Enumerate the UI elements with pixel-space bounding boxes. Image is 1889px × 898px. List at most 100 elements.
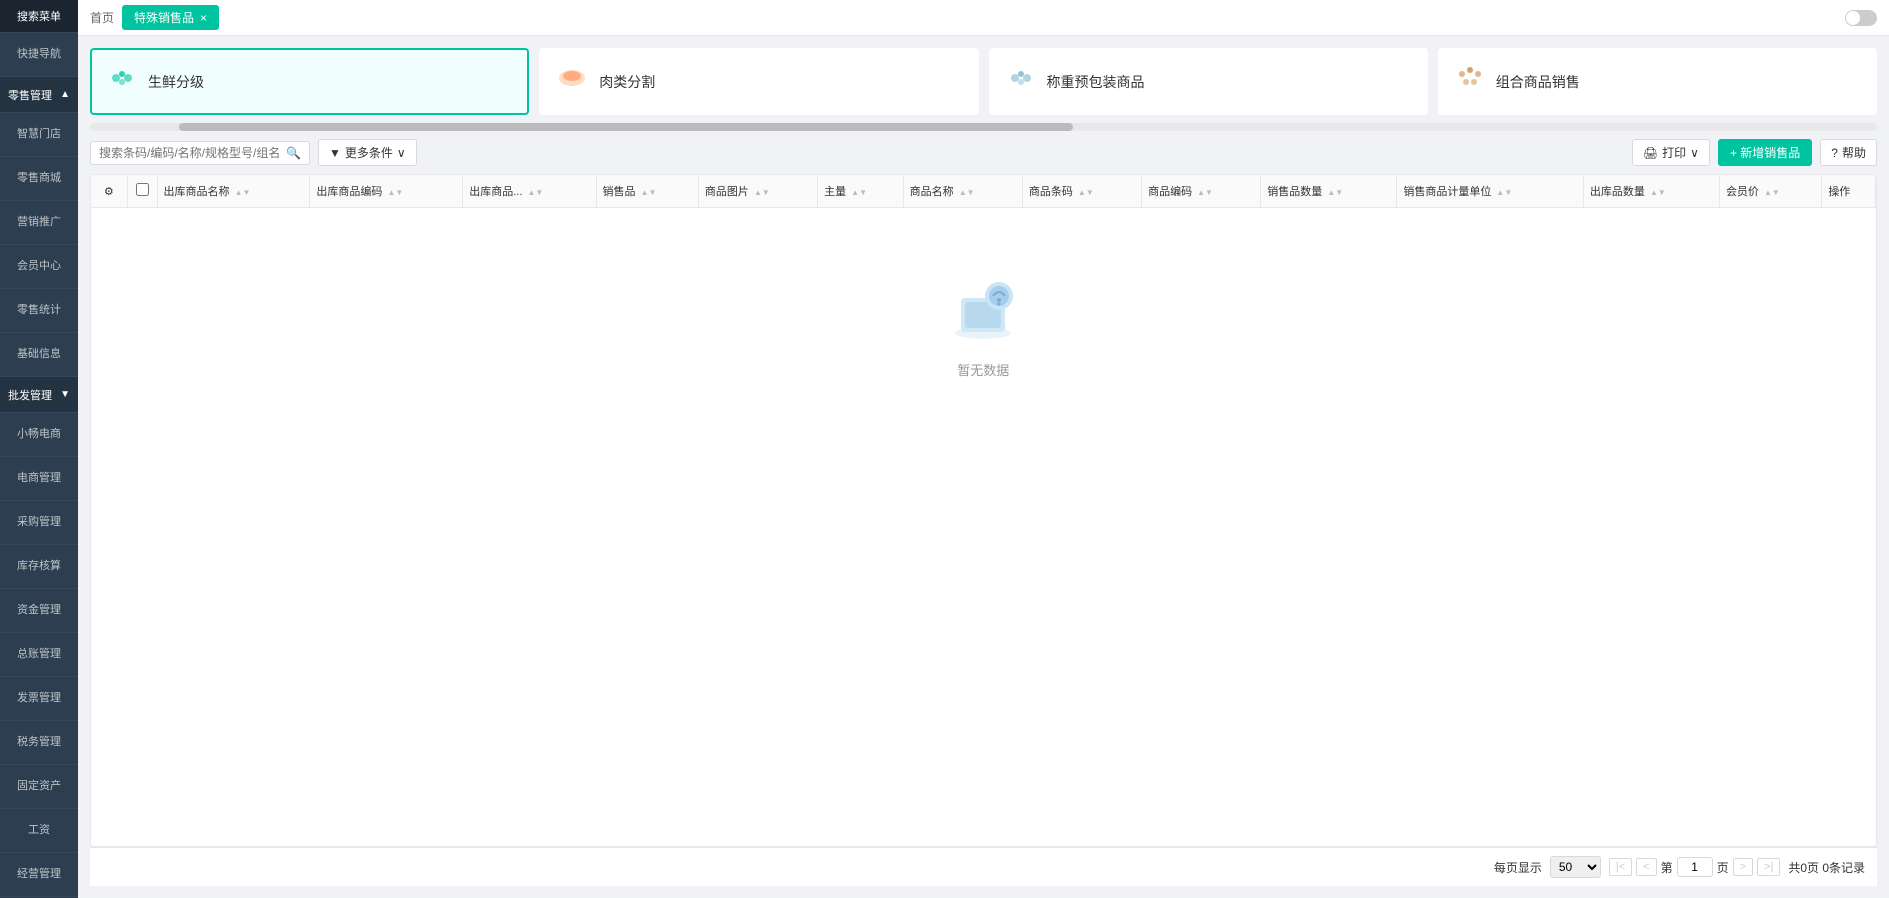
- sidebar-logo: 搜索菜单: [0, 0, 78, 33]
- th-out-goods-abbr: 出库商品... ▲▼: [463, 175, 596, 208]
- sidebar-item-finance-mgmt[interactable]: 资金管理: [0, 589, 78, 633]
- table-container: ⚙ 出库商品名称 ▲▼ 出库商品编码 ▲▼ 出库: [90, 174, 1877, 847]
- th-settings[interactable]: ⚙: [91, 175, 127, 208]
- per-page-label: 每页显示: [1494, 859, 1542, 876]
- th-out-goods-name: 出库商品名称 ▲▼: [157, 175, 310, 208]
- total-label: 共0页 0条记录: [1788, 859, 1865, 876]
- meat-cut-label: 肉类分割: [599, 72, 655, 92]
- main-content: 首页 特殊销售品 × 生鲜分级: [78, 0, 1889, 898]
- search-input[interactable]: [99, 146, 282, 160]
- help-icon: ?: [1831, 146, 1838, 160]
- add-sales-button[interactable]: + 新增销售品: [1718, 139, 1812, 166]
- search-icon[interactable]: 🔍: [286, 146, 301, 160]
- sidebar-item-inventory[interactable]: 库存核算: [0, 545, 78, 589]
- active-tab[interactable]: 特殊销售品 ×: [122, 5, 219, 30]
- sidebar-item-retail-mgmt[interactable]: 零售管理 ▲: [0, 77, 78, 113]
- sidebar-item-purchase-mgmt[interactable]: 采购管理: [0, 501, 78, 545]
- content-area: 生鲜分级 肉类分割: [78, 36, 1889, 898]
- meat-cut-icon: [557, 64, 587, 99]
- sidebar-item-member-center[interactable]: 会员中心: [0, 245, 78, 289]
- sort-icon-goods-code[interactable]: ▲▼: [1197, 188, 1213, 197]
- sidebar-item-quick-nav[interactable]: 快捷导航: [0, 33, 78, 77]
- sort-icon-goods-name[interactable]: ▲▼: [959, 188, 975, 197]
- tab-meat-cut[interactable]: 肉类分割: [539, 48, 978, 115]
- table-header-row: ⚙ 出库商品名称 ▲▼ 出库商品编码 ▲▼ 出库: [91, 175, 1876, 208]
- sidebar-item-fixed-assets[interactable]: 固定资产: [0, 765, 78, 809]
- sidebar-item-ops-mgmt[interactable]: 经营管理: [0, 853, 78, 897]
- th-goods-code: 商品编码 ▲▼: [1142, 175, 1261, 208]
- th-sale-qty: 销售品数量 ▲▼: [1261, 175, 1397, 208]
- sort-icon-out-qty[interactable]: ▲▼: [1650, 188, 1666, 197]
- print-button[interactable]: 🖨 打印 ∨: [1632, 139, 1710, 166]
- toolbar: 🔍 ▼ 更多条件 ∨ 🖨 打印 ∨ + 新增销售品 ? 帮助: [90, 139, 1877, 166]
- topbar: 首页 特殊销售品 ×: [78, 0, 1889, 36]
- sidebar-item-basic-info[interactable]: 基础信息: [0, 333, 78, 377]
- sidebar-item-tax-mgmt[interactable]: 税务管理: [0, 721, 78, 765]
- empty-text: 暂无数据: [957, 360, 1009, 379]
- sort-icon-sale-qty[interactable]: ▲▼: [1327, 188, 1343, 197]
- sidebar-item-smart-store[interactable]: 智慧门店: [0, 113, 78, 157]
- sidebar-item-ecom-mgmt[interactable]: 电商管理: [0, 457, 78, 501]
- next-page-button[interactable]: >: [1733, 858, 1753, 876]
- th-goods-barcode: 商品条码 ▲▼: [1022, 175, 1141, 208]
- combo-sell-icon: [1456, 64, 1484, 99]
- sidebar-item-mini-ecom[interactable]: 小畅电商: [0, 413, 78, 457]
- tab-weigh-pack[interactable]: 称重预包装商品: [989, 48, 1428, 115]
- page-input[interactable]: [1677, 857, 1713, 877]
- pagination: 每页显示 10 20 50 100 |< < 第 页 > >| 共0页 0条记录: [90, 847, 1877, 886]
- filter-button[interactable]: ▼ 更多条件 ∨: [318, 139, 417, 166]
- sidebar-item-invoice-mgmt[interactable]: 发票管理: [0, 677, 78, 721]
- empty-state-row: 暂无数据: [91, 208, 1876, 440]
- select-all-checkbox[interactable]: [136, 183, 149, 196]
- sort-icon-sale-goods[interactable]: ▲▼: [641, 188, 657, 197]
- topbar-right: [1845, 10, 1877, 26]
- table-body: 暂无数据: [91, 208, 1876, 440]
- prev-page-button[interactable]: <: [1636, 858, 1656, 876]
- weigh-pack-label: 称重预包装商品: [1047, 72, 1145, 92]
- sort-icon-goods-img[interactable]: ▲▼: [754, 188, 770, 197]
- print-chevron-icon: ∨: [1690, 146, 1699, 160]
- first-page-button[interactable]: |<: [1609, 858, 1632, 876]
- sidebar-item-wages[interactable]: 工资: [0, 809, 78, 853]
- tab-scroll-thumb: [179, 123, 1073, 131]
- sort-icon-out-goods-abbr[interactable]: ▲▼: [527, 188, 543, 197]
- toggle-switch[interactable]: [1845, 10, 1877, 26]
- tab-close-icon[interactable]: ×: [200, 11, 207, 25]
- sort-icon-sale-unit[interactable]: ▲▼: [1496, 188, 1512, 197]
- sort-icon-goods-barcode[interactable]: ▲▼: [1078, 188, 1094, 197]
- sidebar-item-retail-mall[interactable]: 零售商城: [0, 157, 78, 201]
- sort-icon-out-goods-code[interactable]: ▲▼: [387, 188, 403, 197]
- th-sale-goods: 销售品 ▲▼: [596, 175, 698, 208]
- per-page-select[interactable]: 10 20 50 100: [1550, 856, 1601, 878]
- tab-scroll-bar[interactable]: [90, 123, 1877, 131]
- tab-combo-sell[interactable]: 组合商品销售: [1438, 48, 1877, 115]
- home-link[interactable]: 首页: [90, 9, 114, 26]
- help-button[interactable]: ? 帮助: [1820, 139, 1877, 166]
- quick-nav-label: 快捷导航: [17, 47, 61, 62]
- toolbar-right: 🖨 打印 ∨ + 新增销售品 ? 帮助: [1632, 139, 1877, 166]
- filter-icon: ▼: [329, 146, 341, 160]
- filter-chevron-icon: ∨: [397, 146, 406, 160]
- last-page-button[interactable]: >|: [1757, 858, 1780, 876]
- sidebar-item-wholesale-mgmt[interactable]: 批发管理 ▼: [0, 377, 78, 413]
- sidebar-item-marketing[interactable]: 营销推广: [0, 201, 78, 245]
- sidebar: 搜索菜单 快捷导航 零售管理 ▲ 智慧门店 零售商城 营销推广 会员中心 零售统…: [0, 0, 78, 898]
- sort-icon-member-price[interactable]: ▲▼: [1764, 188, 1780, 197]
- tab-fresh-grade[interactable]: 生鲜分级: [90, 48, 529, 115]
- sort-icon-main-weight[interactable]: ▲▼: [851, 188, 867, 197]
- th-checkbox[interactable]: [127, 175, 157, 208]
- th-member-price: 会员价 ▲▼: [1719, 175, 1821, 208]
- th-goods-img: 商品图片 ▲▼: [698, 175, 817, 208]
- empty-state-illustration: [943, 268, 1023, 348]
- sort-icon-out-goods-name[interactable]: ▲▼: [235, 188, 251, 197]
- th-ops: 操作: [1822, 175, 1876, 208]
- combo-sell-label: 组合商品销售: [1496, 72, 1580, 92]
- th-goods-name: 商品名称 ▲▼: [903, 175, 1022, 208]
- th-out-qty: 出库品数量 ▲▼: [1583, 175, 1719, 208]
- th-out-goods-code: 出库商品编码 ▲▼: [310, 175, 463, 208]
- retail-mgmt-arrow: ▲: [60, 89, 70, 100]
- wholesale-arrow: ▼: [60, 389, 70, 400]
- sidebar-item-retail-stats[interactable]: 零售统计: [0, 289, 78, 333]
- sidebar-item-ledger-mgmt[interactable]: 总账管理: [0, 633, 78, 677]
- main-table: ⚙ 出库商品名称 ▲▼ 出库商品编码 ▲▼ 出库: [91, 175, 1876, 439]
